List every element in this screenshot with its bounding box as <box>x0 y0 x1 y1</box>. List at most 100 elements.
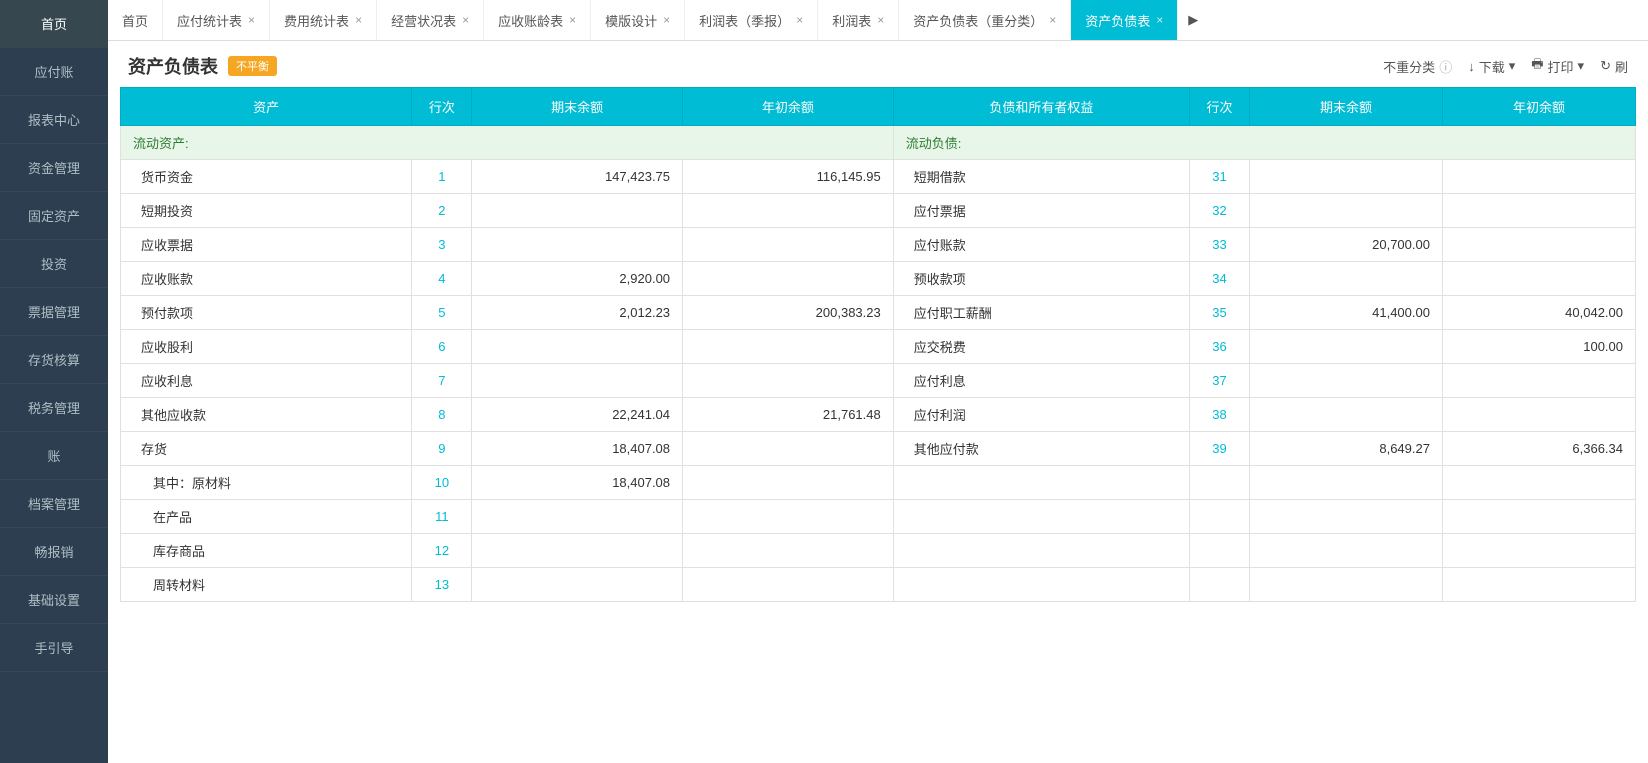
sidebar-item-tax-management[interactable]: 税务管理 <box>0 384 108 432</box>
right-label-cell: 应交税费 <box>893 330 1189 364</box>
section-left-label: 流动资产: <box>121 126 894 160</box>
right-start-balance: 100.00 <box>1442 330 1635 364</box>
sidebar-item-report-center[interactable]: 报表中心 <box>0 96 108 144</box>
tab-balance-reclassified[interactable]: 资产负债表（重分类） × <box>899 0 1071 40</box>
left-label-cell: 其他应收款 <box>121 398 412 432</box>
close-tab-profit[interactable]: × <box>877 13 884 27</box>
left-label-cell: 存货 <box>121 432 412 466</box>
close-tab-operations[interactable]: × <box>462 13 469 27</box>
right-start-balance <box>1442 466 1635 500</box>
left-start-balance <box>683 262 894 296</box>
table-row: 应收利息 7 应付利息 37 <box>121 364 1636 398</box>
right-label-cell: 预收款项 <box>893 262 1189 296</box>
left-label-cell: 应收票据 <box>121 228 412 262</box>
right-label-cell: 其他应付款 <box>893 432 1189 466</box>
left-start-balance: 116,145.95 <box>683 160 894 194</box>
sidebar-item-quick-sales[interactable]: 畅报销 <box>0 528 108 576</box>
sidebar-item-home[interactable]: 首页 <box>0 0 108 48</box>
left-row-num: 4 <box>412 262 472 296</box>
left-row-num: 6 <box>412 330 472 364</box>
tab-profit-quarterly[interactable]: 利润表（季报） × <box>685 0 818 40</box>
close-tab-expense-stats[interactable]: × <box>355 13 362 27</box>
print-icon: 🖶 <box>1531 55 1543 77</box>
tab-expense-stats[interactable]: 费用统计表 × <box>270 0 377 40</box>
right-row-num: 39 <box>1189 432 1249 466</box>
right-start-balance <box>1442 364 1635 398</box>
left-start-balance <box>683 228 894 262</box>
right-end-balance <box>1249 330 1442 364</box>
tab-receivable-aging[interactable]: 应收账龄表 × <box>484 0 591 40</box>
right-row-num: 36 <box>1189 330 1249 364</box>
sidebar-item-accounts-payable[interactable]: 应付账 <box>0 48 108 96</box>
download-icon: ↓ <box>1468 59 1475 74</box>
print-button[interactable]: 🖶 打印 ▾ <box>1531 55 1584 77</box>
right-end-balance <box>1249 568 1442 602</box>
sidebar-item-stock-settlement[interactable]: 存货核算 <box>0 336 108 384</box>
left-row-num: 10 <box>412 466 472 500</box>
right-row-num: 32 <box>1189 194 1249 228</box>
left-end-balance <box>472 568 683 602</box>
left-start-balance <box>683 432 894 466</box>
sidebar-item-accounting[interactable]: 账 <box>0 432 108 480</box>
refresh-button[interactable]: ↻ 刷 <box>1600 57 1628 76</box>
left-start-balance <box>683 330 894 364</box>
sidebar-item-file-management[interactable]: 档案管理 <box>0 480 108 528</box>
left-row-num: 5 <box>412 296 472 330</box>
tab-payable-stats[interactable]: 应付统计表 × <box>163 0 270 40</box>
left-label-cell: 其中：原材料 <box>121 466 412 500</box>
close-tab-profit-quarterly[interactable]: × <box>796 13 803 27</box>
close-tab-receivable-aging[interactable]: × <box>569 13 576 27</box>
close-tab-balance-sheet[interactable]: × <box>1156 13 1163 27</box>
right-end-balance <box>1249 466 1442 500</box>
sidebar-item-guide[interactable]: 手引导 <box>0 624 108 672</box>
refresh-icon: ↻ <box>1600 58 1611 74</box>
right-label-cell: 应付职工薪酬 <box>893 296 1189 330</box>
sidebar-item-basic-settings[interactable]: 基础设置 <box>0 576 108 624</box>
tab-balance-sheet[interactable]: 资产负债表 × <box>1071 0 1178 40</box>
tab-more-button[interactable]: ▶ <box>1178 0 1208 40</box>
tab-home[interactable]: 首页 <box>108 0 163 40</box>
right-start-balance <box>1442 194 1635 228</box>
download-button[interactable]: ↓ 下载 ▾ <box>1468 57 1515 76</box>
right-row-num <box>1189 534 1249 568</box>
sidebar-item-fixed-assets[interactable]: 固定资产 <box>0 192 108 240</box>
left-label-cell: 库存商品 <box>121 534 412 568</box>
right-label-cell <box>893 466 1189 500</box>
right-end-balance: 20,700.00 <box>1249 228 1442 262</box>
table-row: 周转材料 13 <box>121 568 1636 602</box>
left-end-balance: 147,423.75 <box>472 160 683 194</box>
th-row-num-left: 行次 <box>412 88 472 126</box>
left-label-cell: 应收股利 <box>121 330 412 364</box>
th-end-balance-right: 期末余额 <box>1249 88 1442 126</box>
right-end-balance <box>1249 262 1442 296</box>
left-start-balance: 21,761.48 <box>683 398 894 432</box>
tab-template-design[interactable]: 模版设计 × <box>591 0 685 40</box>
table-row: 其他应收款 8 22,241.04 21,761.48 应付利润 38 <box>121 398 1636 432</box>
right-row-num <box>1189 568 1249 602</box>
sidebar-item-cash-management[interactable]: 资金管理 <box>0 144 108 192</box>
left-row-num: 7 <box>412 364 472 398</box>
table-row: 库存商品 12 <box>121 534 1636 568</box>
tab-profit[interactable]: 利润表 × <box>818 0 899 40</box>
left-end-balance: 2,920.00 <box>472 262 683 296</box>
close-tab-balance-reclassified[interactable]: × <box>1049 13 1056 27</box>
sidebar-item-investment[interactable]: 投资 <box>0 240 108 288</box>
tab-operations[interactable]: 经营状况表 × <box>377 0 484 40</box>
right-end-balance <box>1249 500 1442 534</box>
chevron-down-icon-print: ▾ <box>1578 58 1585 74</box>
left-start-balance <box>683 568 894 602</box>
left-start-balance <box>683 500 894 534</box>
left-end-balance <box>472 228 683 262</box>
close-tab-payable-stats[interactable]: × <box>248 13 255 27</box>
right-start-balance <box>1442 398 1635 432</box>
left-label-cell: 货币资金 <box>121 160 412 194</box>
right-row-num <box>1189 466 1249 500</box>
right-start-balance <box>1442 568 1635 602</box>
left-row-num: 1 <box>412 160 472 194</box>
close-tab-template-design[interactable]: × <box>663 13 670 27</box>
sidebar-item-bill-management[interactable]: 票据管理 <box>0 288 108 336</box>
table-row: 应收股利 6 应交税费 36 100.00 <box>121 330 1636 364</box>
table-row: 预付款项 5 2,012.23 200,383.23 应付职工薪酬 35 41,… <box>121 296 1636 330</box>
page-title-area: 资产负债表 不平衡 <box>128 53 277 79</box>
left-end-balance: 2,012.23 <box>472 296 683 330</box>
